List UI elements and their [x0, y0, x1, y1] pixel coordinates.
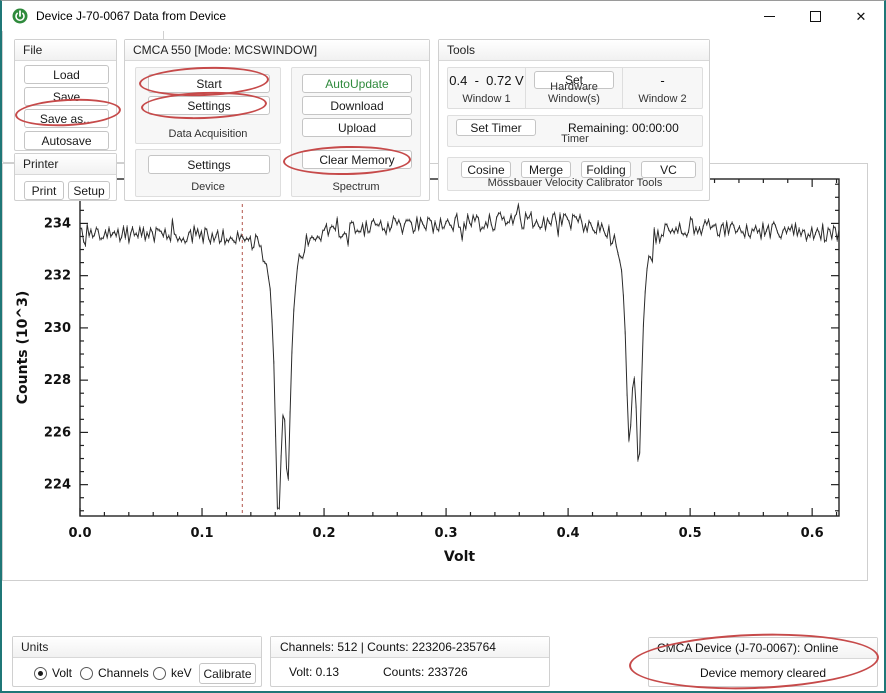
printer-panel-title: Printer [15, 154, 116, 175]
unit-option-volt[interactable]: Volt [34, 664, 72, 682]
clear-memory-button[interactable]: Clear Memory [302, 150, 412, 169]
upload-button[interactable]: Upload [302, 118, 412, 137]
device-status-message: Device memory cleared [699, 666, 827, 680]
data-acquisition-label: Data Acquisition [168, 128, 248, 140]
load-button[interactable]: Load [24, 65, 109, 84]
close-icon: ✕ [855, 8, 867, 24]
print-button[interactable]: Print [24, 181, 64, 200]
title-bar: Device J-70-0067 Data from Device ✕ [2, 1, 884, 31]
device-status-message-row: Device memory cleared [649, 659, 877, 687]
mvc-label: Mössbauer Velocity Calibrator Tools [487, 177, 663, 189]
minimize-icon [763, 15, 775, 17]
maximize-icon [809, 10, 821, 22]
window1-cell: 0.4 - 0.72 V Window 1 [448, 68, 525, 108]
vc-button[interactable]: VC [641, 161, 696, 178]
autosave-button[interactable]: Autosave [24, 131, 109, 150]
calibrate-button[interactable]: Calibrate [199, 663, 256, 684]
window2-value: - [660, 73, 665, 88]
svg-text:0.4: 0.4 [557, 526, 580, 541]
window2-cell: - Window 2 [622, 68, 702, 108]
radio-kev-label[interactable]: keV [171, 666, 192, 680]
svg-text:0.5: 0.5 [679, 526, 702, 541]
spectrum-chart-panel: 0.0 0.1 0.2 0.3 0.4 0.5 0.6 224 226 228 230 232 234 V… [2, 163, 868, 581]
svg-text:224: 224 [44, 478, 71, 493]
svg-text:226: 226 [44, 425, 71, 440]
svg-text:0.1: 0.1 [191, 526, 214, 541]
spectrum-subpanel: AutoUpdate Download Upload Clear Memory … [291, 67, 421, 197]
radio-channels-icon[interactable] [80, 666, 93, 680]
svg-text:0.6: 0.6 [801, 526, 824, 541]
device-subpanel: Settings Device [135, 149, 281, 197]
cursor-status-panel: Channels: 512 | Counts: 223206-235764 Vo… [270, 636, 550, 687]
device-settings-button[interactable]: Settings [148, 155, 270, 174]
timer-label: Timer [561, 133, 589, 145]
autoupdate-button[interactable]: AutoUpdate [302, 74, 412, 93]
save-as-button[interactable]: Save as... [24, 109, 109, 128]
merge-button[interactable]: Merge [521, 161, 571, 178]
device-status-panel: CMCA Device (J-70-0067): Online Device m… [648, 637, 878, 687]
printer-setup-button[interactable]: Setup [68, 181, 110, 200]
hardware-window-label: Hardware Window(s) [548, 81, 600, 105]
svg-text:Volt: Volt [444, 549, 475, 565]
tools-panel-title: Tools [439, 40, 709, 61]
radio-kev-icon[interactable] [153, 666, 166, 680]
cmca-panel: CMCA 550 [Mode: MCSWINDOW] Start Setting… [124, 39, 430, 201]
data-acquisition-subpanel: Start Settings Data Acquisition [135, 67, 281, 144]
svg-text:228: 228 [44, 373, 71, 388]
tools-panel: Tools 0.4 - 0.72 V Window 1 Set Hardware… [438, 39, 710, 201]
app-window: Device J-70-0067 Data from Device ✕ File… [0, 0, 886, 693]
printer-panel: Printer Print Setup [14, 153, 117, 201]
svg-text:232: 232 [44, 269, 71, 284]
file-panel: File Load Save Save as... Autosave [14, 39, 117, 151]
device-status-header: CMCA Device (J-70-0067): Online [649, 638, 877, 659]
hardware-window-cell: Set Hardware Window(s) [525, 68, 622, 108]
file-panel-title: File [15, 40, 116, 61]
svg-text:Counts (10^3): Counts (10^3) [15, 291, 31, 404]
cmca-panel-title: CMCA 550 [Mode: MCSWINDOW] [125, 40, 429, 61]
unit-option-channels[interactable]: Channels [80, 664, 149, 682]
maximize-button[interactable] [792, 1, 838, 31]
channels-counts-header: Channels: 512 | Counts: 223206-235764 [271, 637, 549, 658]
folding-button[interactable]: Folding [581, 161, 631, 178]
save-button[interactable]: Save [24, 87, 109, 106]
acquisition-settings-button[interactable]: Settings [148, 96, 270, 115]
window1-label: Window 1 [462, 93, 511, 105]
svg-text:234: 234 [44, 216, 71, 231]
unit-option-kev[interactable]: keV [153, 664, 192, 682]
units-panel-title: Units [13, 637, 261, 658]
radio-volt-icon[interactable] [34, 666, 47, 680]
spectrum-label: Spectrum [332, 181, 380, 193]
close-window-button[interactable]: ✕ [838, 1, 884, 31]
units-panel: Units Volt Channels keV Calibrate [12, 636, 262, 687]
download-button[interactable]: Download [302, 96, 412, 115]
hardware-window-subpanel: 0.4 - 0.72 V Window 1 Set Hardware Windo… [447, 67, 703, 109]
timer-subpanel: Set Timer Remaining: 00:00:00 Timer [447, 115, 703, 147]
svg-text:230: 230 [44, 321, 71, 336]
window1-value: 0.4 - 0.72 V [449, 73, 524, 88]
cursor-volt-value: Volt: 0.13 [289, 665, 340, 679]
svg-text:0.3: 0.3 [435, 526, 458, 541]
cursor-readout: Volt: 0.13 Counts: 233726 [271, 658, 549, 686]
minimize-button[interactable] [746, 1, 792, 31]
spectrum-chart[interactable]: 0.0 0.1 0.2 0.3 0.4 0.5 0.6 224 226 228 230 232 234 V… [3, 164, 867, 580]
svg-text:0.0: 0.0 [68, 526, 91, 541]
start-button[interactable]: Start [148, 74, 270, 93]
cursor-counts-value: Counts: 233726 [383, 665, 468, 679]
radio-volt-label[interactable]: Volt [52, 666, 72, 680]
window-title: Device J-70-0067 Data from Device [36, 9, 227, 23]
mvc-subpanel: Cosine Merge Folding VC Mössbauer Veloci… [447, 157, 703, 191]
device-label: Device [191, 181, 225, 193]
cosine-button[interactable]: Cosine [461, 161, 511, 178]
svg-text:0.2: 0.2 [313, 526, 336, 541]
radio-channels-label[interactable]: Channels [98, 666, 149, 680]
app-power-icon [12, 8, 28, 24]
window2-label: Window 2 [638, 93, 687, 105]
